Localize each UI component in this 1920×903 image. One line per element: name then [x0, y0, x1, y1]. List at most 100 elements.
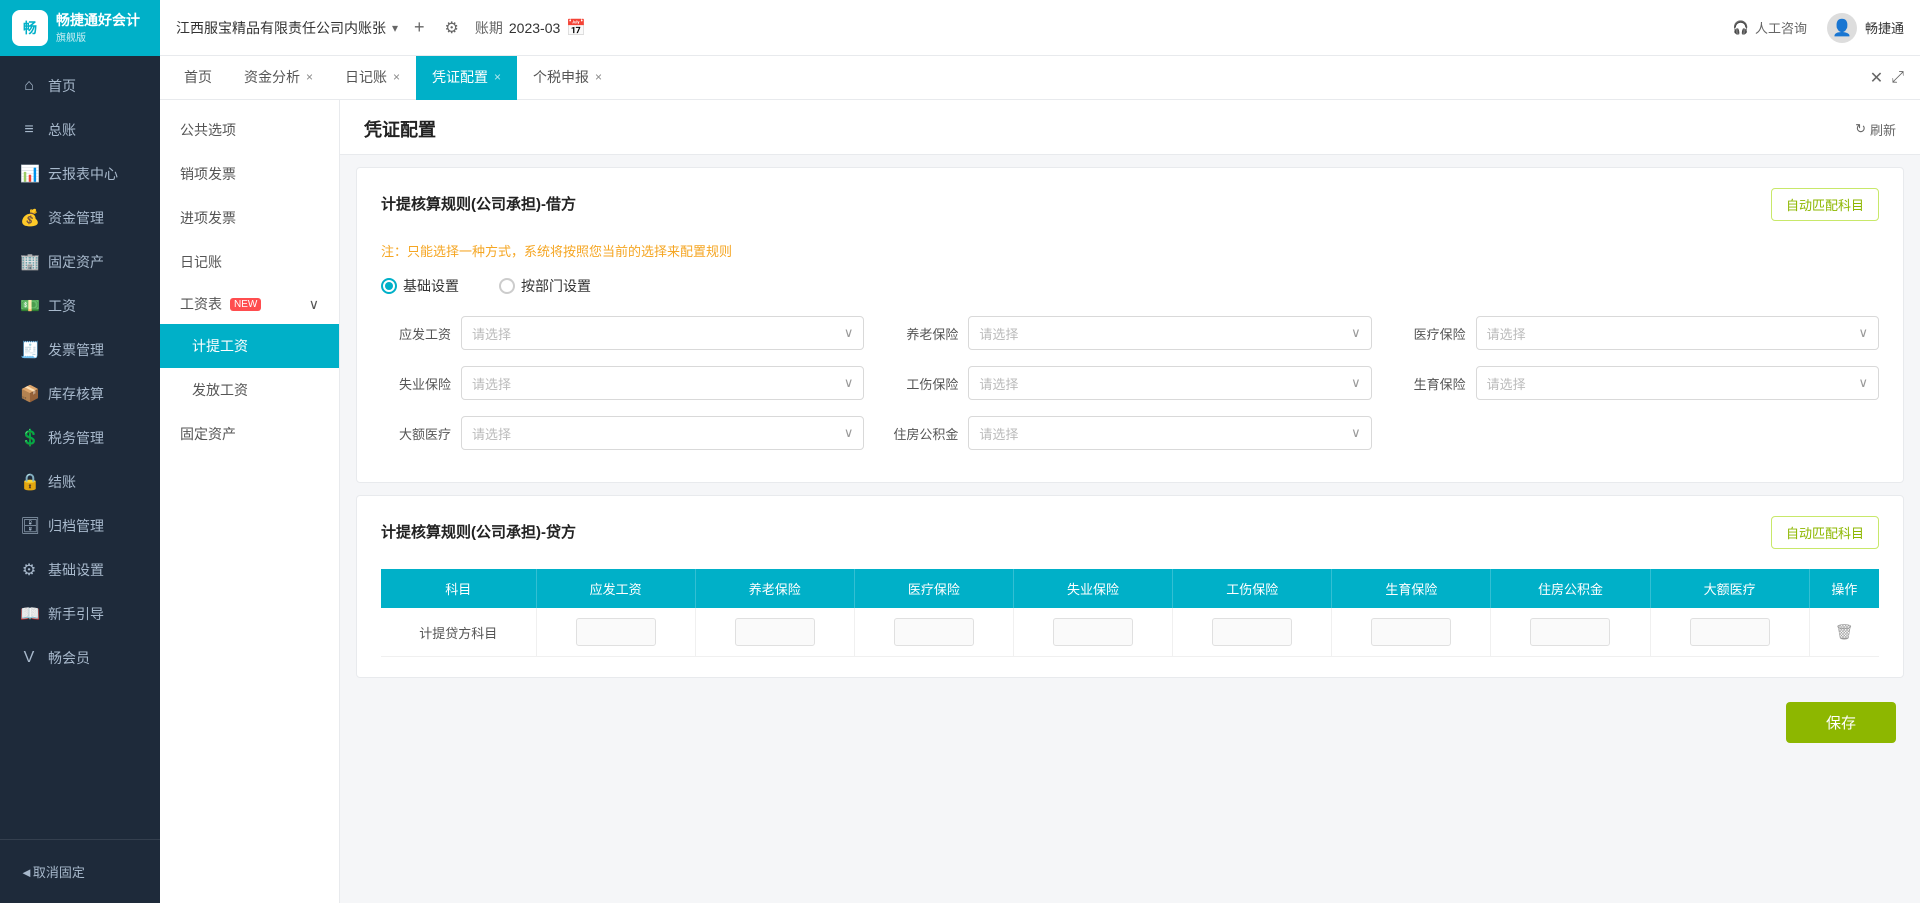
sidebar-item-label: 税务管理	[48, 428, 104, 448]
cell-yiliao[interactable]	[854, 608, 1013, 657]
cancel-fixed-button[interactable]: ◄取消固定	[0, 852, 160, 891]
input-shiye[interactable]	[1053, 618, 1133, 646]
field-label: 失业保险	[381, 374, 451, 393]
cell-shiye[interactable]	[1013, 608, 1172, 657]
settings-icon[interactable]: ⚙	[441, 18, 463, 38]
cancel-fixed-label: ◄取消固定	[20, 862, 85, 881]
select-yiliao[interactable]: 请选择 ∨	[1476, 316, 1879, 350]
chevron-down-icon: ∨	[1858, 325, 1868, 341]
cell-gongjijin[interactable]	[1491, 608, 1650, 657]
right-panel: 凭证配置 ↻ 刷新 计提核算规则(公司承担)-借方 自动匹配科目 注：只能选择一…	[340, 100, 1920, 903]
menu-item-purchase[interactable]: 进项发票	[160, 196, 339, 240]
select-shiye[interactable]: 请选择 ∨	[461, 366, 864, 400]
chevron-down-icon: ∨	[1351, 375, 1361, 391]
input-dae[interactable]	[1690, 618, 1770, 646]
period-label: 账期	[475, 18, 503, 38]
cell-yanglao[interactable]	[695, 608, 854, 657]
sidebar-item-reports[interactable]: 📊 云报表中心	[0, 152, 160, 196]
select-dae-yiliao[interactable]: 请选择 ∨	[461, 416, 864, 450]
select-placeholder: 请选择	[1487, 374, 1526, 393]
input-gongjijin[interactable]	[1530, 618, 1610, 646]
tab-diary[interactable]: 日记账 ×	[329, 56, 416, 100]
sidebar-item-ledger[interactable]: ≡ 总账	[0, 108, 160, 152]
menu-group-salary-table[interactable]: 工资表 NEW ∨	[160, 284, 339, 324]
cell-action[interactable]: 🗑	[1809, 608, 1879, 657]
menu-item-diary[interactable]: 日记账	[160, 240, 339, 284]
menu-item-sales[interactable]: 销项发票	[160, 152, 339, 196]
period-value[interactable]: 2023-03	[509, 20, 560, 36]
save-bar: 保存	[340, 690, 1920, 755]
sidebar-item-label: 新手引导	[48, 604, 104, 624]
settings-icon: ⚙	[20, 560, 38, 580]
field-shengyu: 生育保险 请选择 ∨	[1396, 366, 1879, 400]
select-placeholder: 请选择	[472, 374, 511, 393]
sidebar-item-label: 结账	[48, 472, 76, 492]
tab-tax[interactable]: 个税申报 ×	[517, 56, 618, 100]
delete-icon[interactable]: 🗑	[1835, 624, 1854, 641]
sidebar-item-archive[interactable]: 🗄 归档管理	[0, 504, 160, 548]
close-icon[interactable]: ×	[306, 70, 313, 84]
sidebar-item-capital[interactable]: 💰 资金管理	[0, 196, 160, 240]
close-icon[interactable]: ×	[393, 70, 400, 84]
input-gongshang[interactable]	[1212, 618, 1292, 646]
close-icon[interactable]: ×	[494, 70, 501, 84]
page-title: 凭证配置	[364, 116, 436, 142]
tab-voucher[interactable]: 凭证配置 ×	[416, 56, 517, 100]
sidebar-item-assets[interactable]: 🏢 固定资产	[0, 240, 160, 284]
sidebar-item-home[interactable]: ⌂ 首页	[0, 64, 160, 108]
expand-icon[interactable]: ⤢	[1891, 69, 1904, 87]
input-shengyu[interactable]	[1371, 618, 1451, 646]
menu-item-public[interactable]: 公共选项	[160, 108, 339, 152]
menu-item-calc-salary[interactable]: 计提工资	[160, 324, 339, 368]
select-gongshang[interactable]: 请选择 ∨	[968, 366, 1371, 400]
select-placeholder: 请选择	[1487, 324, 1526, 343]
tab-capital[interactable]: 资金分析 ×	[228, 56, 329, 100]
calendar-icon[interactable]: 📅	[566, 18, 586, 38]
close-icon[interactable]: ×	[595, 70, 602, 84]
input-yiliao[interactable]	[894, 618, 974, 646]
th-yanglao: 养老保险	[695, 569, 854, 608]
user-info[interactable]: 👤 畅捷通	[1827, 13, 1904, 43]
service-button[interactable]: 🎧 人工咨询	[1733, 18, 1807, 37]
select-gongjijin[interactable]: 请选择 ∨	[968, 416, 1371, 450]
section2-title: 计提核算规则(公司承担)-贷方	[381, 521, 576, 542]
auto-match-debit-button[interactable]: 自动匹配科目	[1771, 188, 1879, 221]
select-yanglao[interactable]: 请选择 ∨	[968, 316, 1371, 350]
field-gongshang: 工伤保险 请选择 ∨	[888, 366, 1371, 400]
sidebar-item-closing[interactable]: 🔒 结账	[0, 460, 160, 504]
sidebar-item-member[interactable]: V 畅会员	[0, 636, 160, 680]
field-yanglao: 养老保险 请选择 ∨	[888, 316, 1371, 350]
close-window-icon[interactable]: ✕	[1870, 68, 1883, 88]
company-selector[interactable]: 江西服宝精品有限责任公司内账张 ▾	[176, 18, 398, 38]
sidebar-item-invoice[interactable]: 🧾 发票管理	[0, 328, 160, 372]
refresh-button[interactable]: ↻ 刷新	[1855, 120, 1896, 139]
auto-match-credit-button[interactable]: 自动匹配科目	[1771, 516, 1879, 549]
input-yanglao[interactable]	[735, 618, 815, 646]
th-dae: 大额医疗	[1650, 569, 1809, 608]
select-yingfa[interactable]: 请选择 ∨	[461, 316, 864, 350]
th-yiliao: 医疗保险	[854, 569, 1013, 608]
sidebar-item-salary[interactable]: 💵 工资	[0, 284, 160, 328]
sidebar-item-settings[interactable]: ⚙ 基础设置	[0, 548, 160, 592]
field-label: 住房公积金	[888, 424, 958, 443]
add-button[interactable]: +	[410, 17, 429, 38]
tab-home[interactable]: 首页	[168, 56, 228, 100]
menu-item-pay-salary[interactable]: 发放工资	[160, 368, 339, 412]
salary-icon: 💵	[20, 296, 38, 316]
radio-dept[interactable]: 按部门设置	[499, 276, 591, 296]
input-yingfa[interactable]	[576, 618, 656, 646]
field-dae-yiliao: 大额医疗 请选择 ∨	[381, 416, 864, 450]
cell-gongshang[interactable]	[1173, 608, 1332, 657]
cell-yingfa[interactable]	[536, 608, 695, 657]
cell-dae[interactable]	[1650, 608, 1809, 657]
cell-shengyu[interactable]	[1332, 608, 1491, 657]
select-placeholder: 请选择	[472, 424, 511, 443]
radio-basic[interactable]: 基础设置	[381, 276, 459, 296]
field-label: 工伤保险	[888, 374, 958, 393]
menu-item-fixed-assets[interactable]: 固定资产	[160, 412, 339, 456]
select-shengyu[interactable]: 请选择 ∨	[1476, 366, 1879, 400]
sidebar-item-guide[interactable]: 📖 新手引导	[0, 592, 160, 636]
sidebar-item-tax[interactable]: 💲 税务管理	[0, 416, 160, 460]
save-button[interactable]: 保存	[1786, 702, 1896, 743]
sidebar-item-inventory[interactable]: 📦 库存核算	[0, 372, 160, 416]
